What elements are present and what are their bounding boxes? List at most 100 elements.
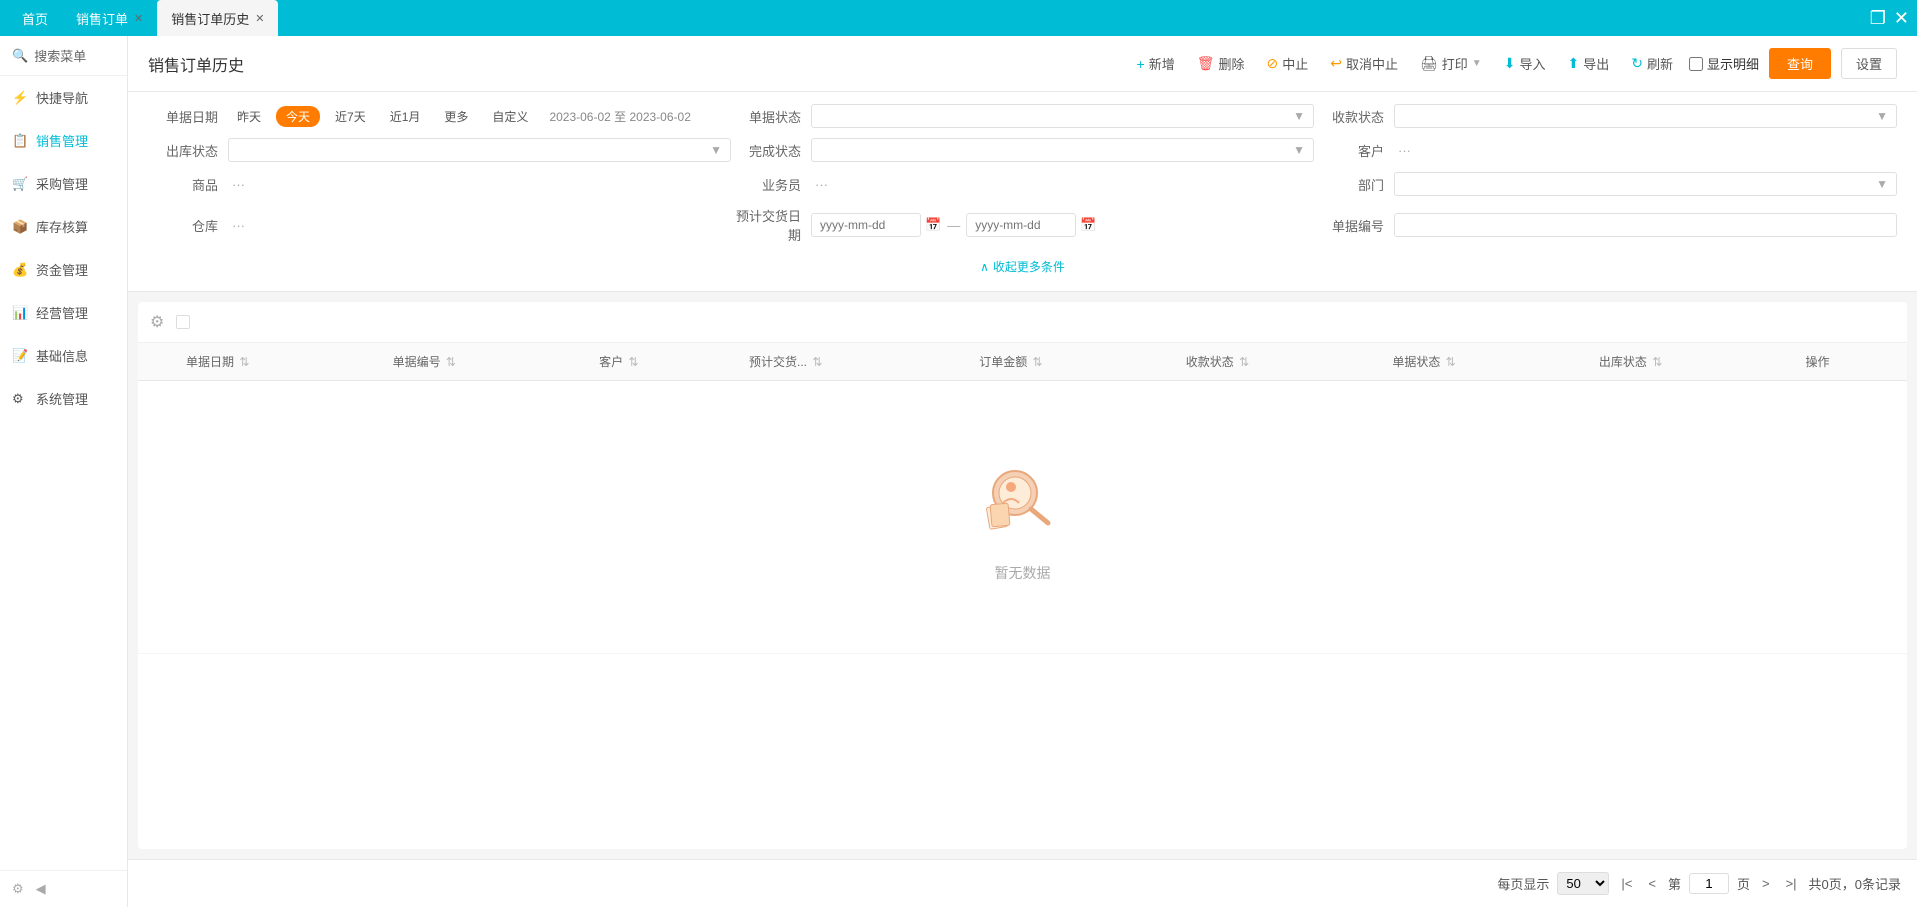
sidebar-item-basic-info[interactable]: 📝 基础信息 (0, 334, 127, 377)
th-order-status[interactable]: 单据状态 ⇅ (1380, 343, 1587, 381)
date-label: 单据日期 (148, 107, 228, 126)
display-toggle-wrapper[interactable]: 显示明细 (1689, 54, 1759, 73)
new-button[interactable]: + 新增 (1131, 50, 1181, 77)
delete-button[interactable]: 🗑 删除 (1191, 50, 1251, 77)
tab-home[interactable]: 首页 (8, 0, 62, 36)
sidebar-item-inventory[interactable]: 📦 库存核算 (0, 205, 127, 248)
import-button[interactable]: ⬇ 导入 (1498, 50, 1552, 77)
tab-sales-order-close[interactable]: ✕ (134, 12, 143, 25)
product-control[interactable]: ··· (228, 177, 731, 192)
delivery-status-control[interactable]: ▼ (228, 138, 731, 162)
customer-control[interactable]: ··· (1394, 143, 1897, 158)
th-customer[interactable]: 客户 ⇅ (587, 343, 737, 381)
per-page-select[interactable]: 20 50 100 (1557, 872, 1609, 895)
stop-button[interactable]: ⊘ 中止 (1261, 50, 1315, 77)
restore-icon[interactable]: ❐ (1870, 8, 1886, 29)
warehouse-dots-icon[interactable]: ··· (232, 218, 245, 233)
tab-sales-order-history[interactable]: 销售订单历史 ✕ (157, 0, 278, 36)
delivery-status-select[interactable]: ▼ (228, 138, 731, 162)
th-amount[interactable]: 订单金额 ⇅ (967, 343, 1174, 381)
salesperson-label: 业务员 (731, 175, 811, 194)
sidebar-collapse-icon[interactable]: ◀ (36, 881, 46, 897)
quick-nav-icon: ⚡ (12, 90, 28, 106)
sidebar-item-sales-mgmt[interactable]: 📋 销售管理 (0, 119, 127, 162)
order-number-input[interactable] (1394, 213, 1897, 237)
sidebar-item-finance[interactable]: 💰 资金管理 (0, 248, 127, 291)
page-label-after: 页 (1737, 874, 1750, 893)
page-input[interactable] (1689, 873, 1729, 894)
main-layout: 🔍 搜索菜单 ⚡ 快捷导航 📋 销售管理 🛒 采购管理 📦 库存核算 💰 资金管… (0, 36, 1917, 907)
department-select[interactable]: ▼ (1394, 172, 1897, 196)
sort-amount-icon: ⇅ (1033, 355, 1043, 369)
payment-status-select[interactable]: ▼ (1394, 104, 1897, 128)
expected-date-start[interactable] (811, 213, 921, 237)
nav-prev[interactable]: < (1644, 874, 1660, 893)
warehouse-control[interactable]: ··· (228, 218, 731, 233)
top-bar: 首页 销售订单 ✕ 销售订单历史 ✕ ❐ ✕ (0, 0, 1917, 36)
th-expected[interactable]: 预计交货... ⇅ (737, 343, 967, 381)
calendar-start-icon[interactable]: 📅 (925, 217, 941, 233)
salesperson-dots-icon[interactable]: ··· (815, 177, 828, 192)
filter-row-2: 出库状态 ▼ 完成状态 ▼ 客户 ··· (148, 138, 1897, 162)
nav-first[interactable]: |< (1617, 874, 1636, 893)
query-button[interactable]: 查询 (1769, 48, 1831, 79)
sort-number-icon: ⇅ (446, 355, 456, 369)
date-7days[interactable]: 近7天 (326, 105, 375, 128)
th-date[interactable]: 单据日期 ⇅ (174, 343, 381, 381)
date-filter-control: 昨天 今天 近7天 近1月 更多 自定义 2023-06-02 至 2023-0… (228, 105, 731, 128)
sidebar-item-quick-nav[interactable]: ⚡ 快捷导航 (0, 76, 127, 119)
filter-row-4: 仓库 ··· 预计交货日期 📅 — 📅 单据编号 (148, 206, 1897, 244)
export-icon: ⬆ (1567, 55, 1579, 72)
th-number[interactable]: 单据编号 ⇅ (381, 343, 588, 381)
select-all-checkbox[interactable] (176, 315, 190, 329)
sidebar-item-system-mgmt[interactable]: ⚙ 系统管理 (0, 377, 127, 420)
collapse-button[interactable]: ∧ 收起更多条件 (148, 254, 1897, 279)
table-settings-icon[interactable]: ⚙ (150, 312, 164, 332)
system-mgmt-icon: ⚙ (12, 391, 28, 407)
display-toggle-checkbox[interactable] (1689, 57, 1703, 71)
tab-sales-order[interactable]: 销售订单 ✕ (62, 0, 157, 36)
sidebar-item-purchase-mgmt[interactable]: 🛒 采购管理 (0, 162, 127, 205)
th-payment-status[interactable]: 收款状态 ⇅ (1174, 343, 1381, 381)
salesperson-control[interactable]: ··· (811, 177, 1314, 192)
print-button[interactable]: 🖨 打印 ▼ (1414, 50, 1488, 77)
sidebar-search[interactable]: 🔍 搜索菜单 (0, 36, 127, 76)
nav-next[interactable]: > (1758, 874, 1774, 893)
complete-status-select[interactable]: ▼ (811, 138, 1314, 162)
complete-status-arrow-icon: ▼ (1293, 143, 1305, 157)
close-window-icon[interactable]: ✕ (1894, 8, 1909, 29)
sort-payment-icon: ⇅ (1239, 355, 1249, 369)
cancel-stop-button[interactable]: ↩ 取消中止 (1324, 50, 1404, 77)
th-delivery-status[interactable]: 出库状态 ⇅ (1587, 343, 1794, 381)
date-yesterday[interactable]: 昨天 (228, 105, 270, 128)
table-header-row: 单据日期 ⇅ 单据编号 ⇅ 客户 ⇅ 预计交货... (138, 343, 1907, 381)
setting-button[interactable]: 设置 (1841, 48, 1897, 79)
date-custom[interactable]: 自定义 (483, 105, 537, 128)
date-more[interactable]: 更多 (435, 105, 477, 128)
expected-date-end[interactable] (966, 213, 1076, 237)
refresh-button[interactable]: ↻ 刷新 (1625, 50, 1679, 77)
finance-icon: 💰 (12, 262, 28, 278)
calendar-end-icon[interactable]: 📅 (1080, 217, 1096, 233)
date-today[interactable]: 今天 (276, 106, 320, 127)
page-header: 销售订单历史 + 新增 🗑 删除 ⊘ 中止 ↩ 取消中止 (128, 36, 1917, 92)
export-button[interactable]: ⬆ 导出 (1561, 50, 1615, 77)
product-dots-icon[interactable]: ··· (232, 177, 245, 192)
customer-dots-icon[interactable]: ··· (1398, 143, 1411, 158)
nav-last[interactable]: >| (1782, 874, 1801, 893)
payment-status-control[interactable]: ▼ (1394, 104, 1897, 128)
order-status-control[interactable]: ▼ (811, 104, 1314, 128)
department-control[interactable]: ▼ (1394, 172, 1897, 196)
tab-sales-order-history-close[interactable]: ✕ (255, 12, 264, 25)
sidebar-item-operations[interactable]: 📊 经营管理 (0, 291, 127, 334)
filter-row-3: 商品 ··· 业务员 ··· 部门 ▼ (148, 172, 1897, 196)
complete-status-control[interactable]: ▼ (811, 138, 1314, 162)
operations-icon: 📊 (12, 305, 28, 321)
sidebar-settings-icon[interactable]: ⚙ (12, 881, 24, 897)
order-status-select[interactable]: ▼ (811, 104, 1314, 128)
stop-icon: ⊘ (1267, 55, 1279, 72)
payment-status-label: 收款状态 (1314, 107, 1394, 126)
sort-expected-icon: ⇅ (812, 355, 822, 369)
date-1month[interactable]: 近1月 (381, 105, 430, 128)
order-number-control[interactable] (1394, 213, 1897, 237)
